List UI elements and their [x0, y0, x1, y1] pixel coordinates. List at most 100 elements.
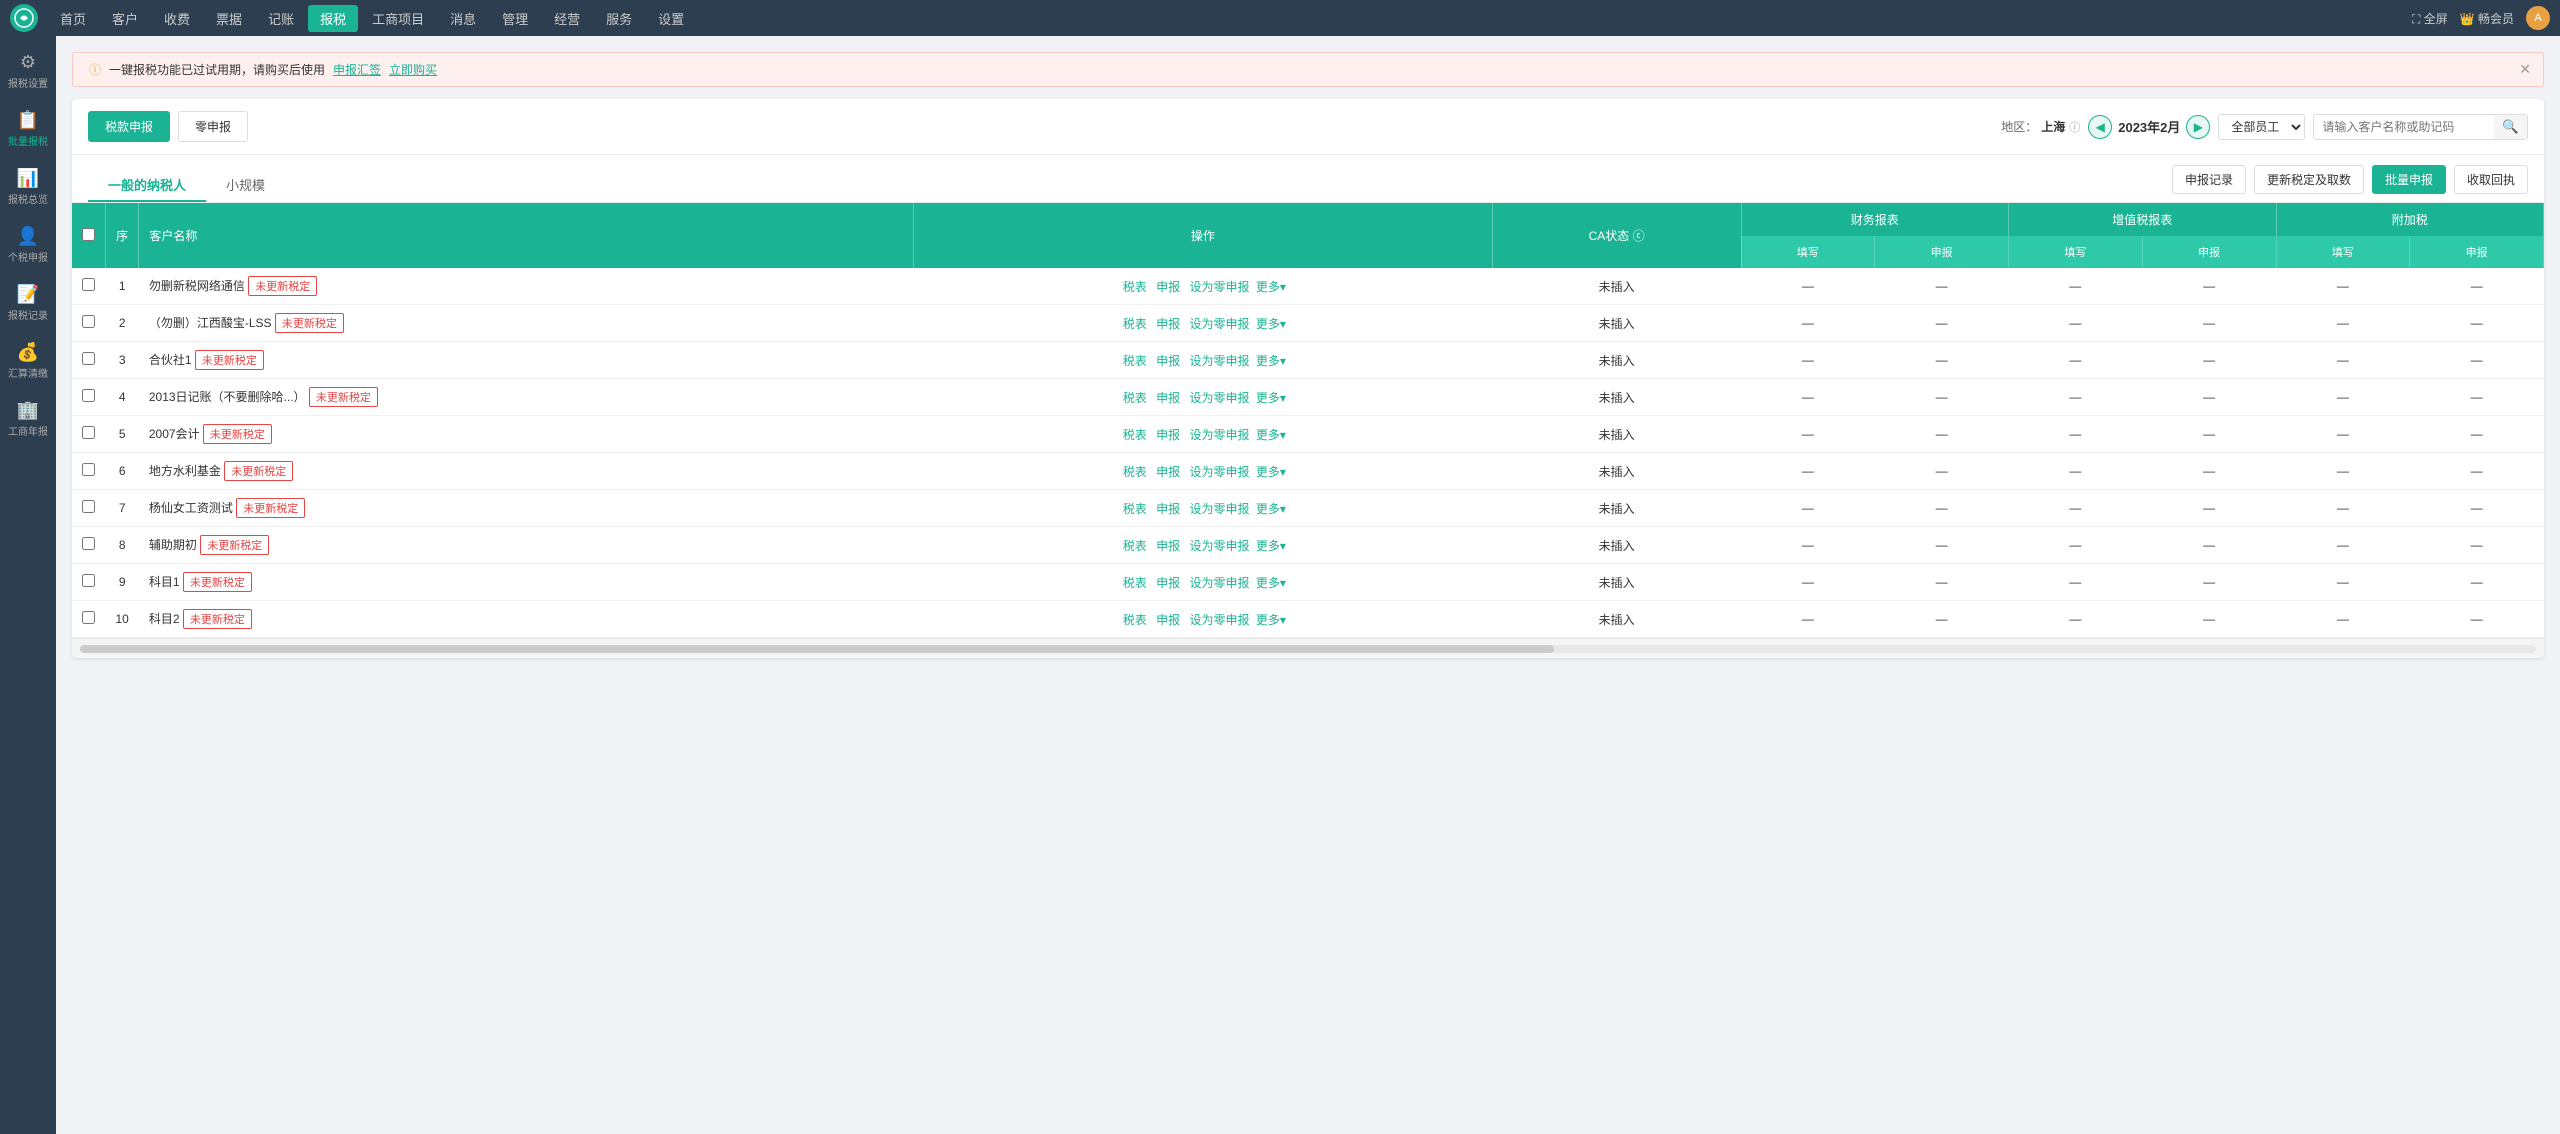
- nav-service[interactable]: 服务: [594, 5, 644, 32]
- op-declare[interactable]: 申报: [1156, 465, 1180, 479]
- row-checkbox[interactable]: [82, 315, 95, 328]
- sub-tab-small-scale[interactable]: 小规模: [206, 169, 285, 202]
- nav-message[interactable]: 消息: [438, 5, 488, 32]
- op-zero-declare[interactable]: 设为零申报: [1190, 539, 1250, 553]
- op-declare[interactable]: 申报: [1156, 391, 1180, 405]
- tab-zero-declaration[interactable]: 零申报: [178, 111, 248, 142]
- op-more[interactable]: 更多▾: [1256, 500, 1286, 517]
- op-zero-declare[interactable]: 设为零申报: [1190, 502, 1250, 516]
- region-value[interactable]: 上海: [2041, 118, 2065, 135]
- row-checkbox[interactable]: [82, 352, 95, 365]
- banner-link-declaration[interactable]: 申报汇签: [333, 61, 381, 78]
- op-tax-table[interactable]: 税表: [1123, 354, 1147, 368]
- op-tax-table[interactable]: 税表: [1123, 502, 1147, 516]
- nav-invoice[interactable]: 票据: [204, 5, 254, 32]
- op-tax-table[interactable]: 税表: [1123, 428, 1147, 442]
- op-declare[interactable]: 申报: [1156, 428, 1180, 442]
- nav-home[interactable]: 首页: [48, 5, 98, 32]
- row-checkbox[interactable]: [82, 537, 95, 550]
- op-more[interactable]: 更多▾: [1256, 463, 1286, 480]
- staff-select[interactable]: 全部员工: [2218, 114, 2305, 140]
- op-tax-table[interactable]: 税表: [1123, 539, 1147, 553]
- op-more[interactable]: 更多▾: [1256, 352, 1286, 369]
- row-col6: —: [2410, 379, 2544, 416]
- sidebar-item-batch-tax[interactable]: 📋 批量报税: [0, 102, 56, 156]
- row-checkbox[interactable]: [82, 278, 95, 291]
- fullscreen-button[interactable]: ⛶ 全屏: [2412, 10, 2448, 27]
- nav-accounting[interactable]: 记账: [256, 5, 306, 32]
- row-checkbox[interactable]: [82, 389, 95, 402]
- sub-tab-general[interactable]: 一般的纳税人: [88, 169, 206, 202]
- op-declare[interactable]: 申报: [1156, 317, 1180, 331]
- op-more[interactable]: 更多▾: [1256, 537, 1286, 554]
- op-declare[interactable]: 申报: [1156, 280, 1180, 294]
- op-tax-table[interactable]: 税表: [1123, 465, 1147, 479]
- op-tax-table[interactable]: 税表: [1123, 391, 1147, 405]
- sidebar-item-tax-overview[interactable]: 📊 报税总览: [0, 160, 56, 214]
- search-input[interactable]: [2314, 116, 2494, 138]
- op-zero-declare[interactable]: 设为零申报: [1190, 280, 1250, 294]
- op-zero-declare[interactable]: 设为零申报: [1190, 317, 1250, 331]
- row-checkbox[interactable]: [82, 574, 95, 587]
- tab-tax-declaration[interactable]: 税款申报: [88, 111, 170, 142]
- batch-declare-button[interactable]: 批量申报: [2372, 165, 2446, 194]
- op-zero-declare[interactable]: 设为零申报: [1190, 613, 1250, 627]
- op-zero-declare[interactable]: 设为零申报: [1190, 354, 1250, 368]
- status-badge: 未更新税定: [183, 572, 252, 592]
- op-declare[interactable]: 申报: [1156, 613, 1180, 627]
- collect-receipt-button[interactable]: 收取回执: [2454, 165, 2528, 194]
- sidebar-item-tax-record[interactable]: 📝 报税记录: [0, 276, 56, 330]
- row-checkbox[interactable]: [82, 611, 95, 624]
- prev-month-button[interactable]: ◀: [2088, 115, 2112, 139]
- batch-tax-icon: 📋: [17, 110, 39, 131]
- row-checkbox[interactable]: [82, 463, 95, 476]
- op-more[interactable]: 更多▾: [1256, 278, 1286, 295]
- search-button[interactable]: 🔍: [2494, 115, 2527, 139]
- op-zero-declare[interactable]: 设为零申报: [1190, 576, 1250, 590]
- nav-manage[interactable]: 管理: [490, 5, 540, 32]
- op-zero-declare[interactable]: 设为零申报: [1190, 428, 1250, 442]
- table-row: 6 地方水利基金 未更新税定 税表 申报 设为零申报 更多▾: [72, 453, 2544, 490]
- op-zero-declare[interactable]: 设为零申报: [1190, 391, 1250, 405]
- nav-tax[interactable]: 报税: [308, 5, 358, 32]
- row-ca-status: 未插入: [1492, 268, 1741, 305]
- op-tax-table[interactable]: 税表: [1123, 613, 1147, 627]
- op-tax-table[interactable]: 税表: [1123, 576, 1147, 590]
- op-more[interactable]: 更多▾: [1256, 574, 1286, 591]
- select-all-checkbox[interactable]: [82, 228, 95, 241]
- row-checkbox-cell: [72, 416, 106, 453]
- nav-client[interactable]: 客户: [100, 5, 150, 32]
- user-avatar[interactable]: A: [2526, 6, 2550, 30]
- row-checkbox[interactable]: [82, 500, 95, 513]
- sidebar-item-tax-settings[interactable]: ⚙ 报税设置: [0, 44, 56, 98]
- op-declare[interactable]: 申报: [1156, 539, 1180, 553]
- op-zero-declare[interactable]: 设为零申报: [1190, 465, 1250, 479]
- op-more[interactable]: 更多▾: [1256, 315, 1286, 332]
- op-declare[interactable]: 申报: [1156, 354, 1180, 368]
- op-more[interactable]: 更多▾: [1256, 426, 1286, 443]
- banner-link-buy[interactable]: 立即购买: [389, 61, 437, 78]
- declaration-record-button[interactable]: 申报记录: [2172, 165, 2246, 194]
- sidebar-item-settlement[interactable]: 💰 汇算清缴: [0, 334, 56, 388]
- nav-billing[interactable]: 收费: [152, 5, 202, 32]
- op-declare[interactable]: 申报: [1156, 576, 1180, 590]
- next-month-button[interactable]: ▶: [2186, 115, 2210, 139]
- nav-operation[interactable]: 经营: [542, 5, 592, 32]
- nav-business[interactable]: 工商项目: [360, 5, 436, 32]
- settlement-icon: 💰: [17, 342, 39, 363]
- sidebar-item-personal-tax[interactable]: 👤 个税申报: [0, 218, 56, 272]
- header-financial-declare: 申报: [1875, 236, 2009, 268]
- op-more[interactable]: 更多▾: [1256, 611, 1286, 628]
- op-tax-table[interactable]: 税表: [1123, 280, 1147, 294]
- op-declare[interactable]: 申报: [1156, 502, 1180, 516]
- nav-settings[interactable]: 设置: [646, 5, 696, 32]
- row-checkbox[interactable]: [82, 426, 95, 439]
- op-more[interactable]: 更多▾: [1256, 389, 1286, 406]
- sidebar-item-annual-report[interactable]: 🏢 工商年报: [0, 392, 56, 446]
- row-col3: —: [2009, 601, 2143, 638]
- vip-button[interactable]: 👑 畅会员: [2460, 10, 2514, 27]
- op-tax-table[interactable]: 税表: [1123, 317, 1147, 331]
- row-col3: —: [2009, 379, 2143, 416]
- update-tax-button[interactable]: 更新税定及取数: [2254, 165, 2364, 194]
- banner-close-button[interactable]: ✕: [2519, 61, 2531, 78]
